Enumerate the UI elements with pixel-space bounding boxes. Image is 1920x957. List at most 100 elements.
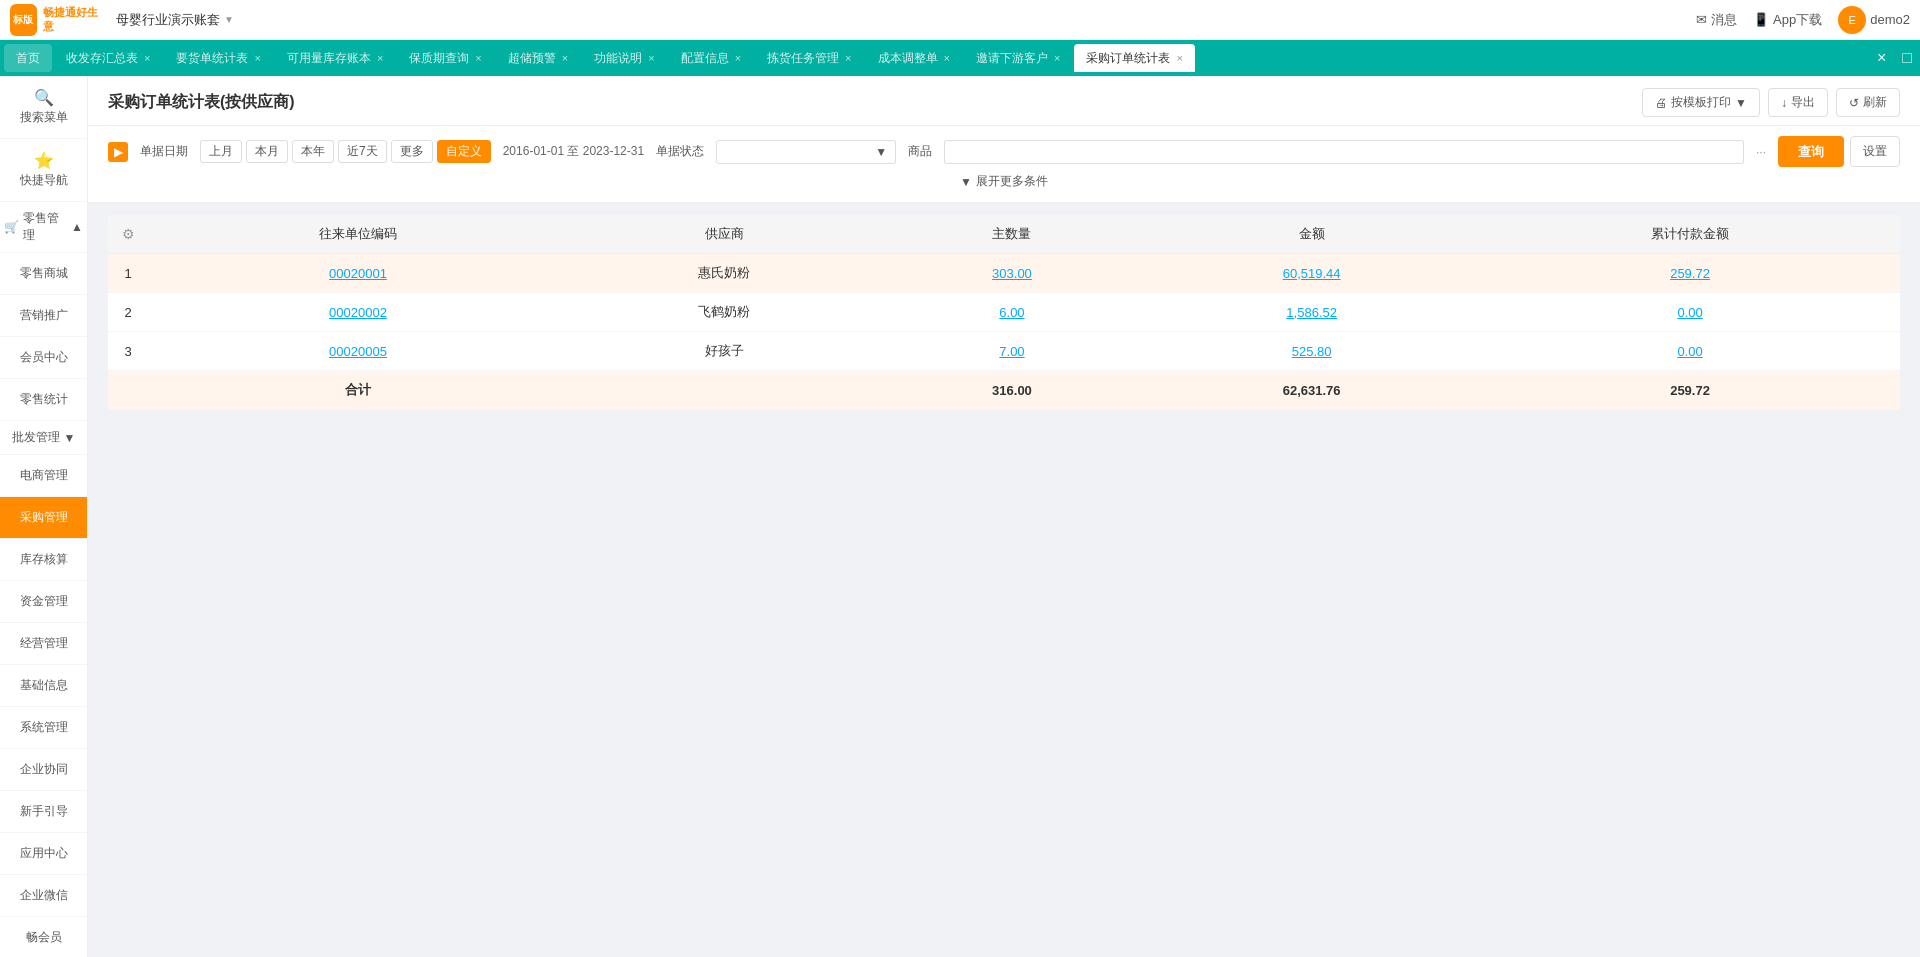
cell-no-1: 2 [108, 293, 148, 332]
tab-available-stock[interactable]: 可用量库存账本 × [275, 44, 395, 72]
product-input[interactable] [944, 140, 1744, 164]
date-btn-this-year[interactable]: 本年 [292, 140, 334, 163]
tab-expiry-query-label: 保质期查询 [409, 50, 469, 67]
cell-code-0[interactable]: 00020001 [148, 254, 568, 293]
cell-quantity-1[interactable]: 6.00 [881, 293, 1143, 332]
tab-function-desc[interactable]: 功能说明 × [582, 44, 666, 72]
cell-amount-0[interactable]: 60,519.44 [1143, 254, 1480, 293]
table-footer-row: 合计 316.00 62,631.76 259.72 [108, 371, 1900, 410]
sidebar-item-basic-info[interactable]: 基础信息 [0, 665, 87, 707]
sidebar-item-marketing[interactable]: 营销推广 [0, 295, 87, 337]
export-button[interactable]: ↓ 导出 [1768, 88, 1828, 117]
print-button[interactable]: 🖨 按模板打印 ▼ [1642, 88, 1760, 117]
filter-toggle-btn[interactable]: ▶ [108, 142, 128, 162]
sidebar-item-finance[interactable]: 资金管理 [0, 581, 87, 623]
cell-quantity-2[interactable]: 7.00 [881, 332, 1143, 371]
sidebar-item-purchase[interactable]: 采购管理 [0, 497, 87, 539]
date-btn-custom[interactable]: 自定义 [437, 140, 491, 163]
tab-picking-task-close[interactable]: × [845, 52, 851, 64]
close-all-btn[interactable]: × [1873, 47, 1890, 69]
date-btn-7days[interactable]: 近7天 [338, 140, 387, 163]
sidebar-item-member2[interactable]: 畅会员 [0, 917, 87, 957]
logo-abbr-text: 标版 [13, 13, 33, 27]
tab-function-desc-close[interactable]: × [648, 52, 654, 64]
sidebar-item-enterprise[interactable]: 企业协同 [0, 749, 87, 791]
tab-available-stock-label: 可用量库存账本 [287, 50, 371, 67]
refresh-button[interactable]: ↺ 刷新 [1836, 88, 1900, 117]
sidebar-item-app-center[interactable]: 应用中心 [0, 833, 87, 875]
cell-code-1[interactable]: 00020002 [148, 293, 568, 332]
message-label: 消息 [1711, 11, 1737, 29]
cell-paid-2[interactable]: 0.00 [1480, 332, 1900, 371]
retail-icon: 🛒 [4, 220, 19, 234]
page-header: 采购订单统计表(按供应商) 🖨 按模板打印 ▼ ↓ 导出 ↺ 刷新 [88, 76, 1920, 126]
col-code-header: 往来单位编码 [148, 215, 568, 254]
tab-cost-adjust-close[interactable]: × [944, 52, 950, 64]
cell-code-2[interactable]: 00020005 [148, 332, 568, 371]
expand-more-btn[interactable]: ▼ 展开更多条件 [108, 167, 1900, 192]
cell-paid-0[interactable]: 259.72 [1480, 254, 1900, 293]
top-bar: 标版 畅捷通好生意 母婴行业演示账套 ▼ ✉ 消息 📱 App下载 E demo… [0, 0, 1920, 40]
workspace-selector[interactable]: 母婴行业演示账套 ▼ [106, 11, 1688, 29]
tab-picking-task[interactable]: 拣货任务管理 × [755, 44, 863, 72]
tab-invite-downstream-close[interactable]: × [1054, 52, 1060, 64]
tab-overstock[interactable]: 超储预警 × [496, 44, 580, 72]
sidebar-item-search[interactable]: 🔍 搜索菜单 [0, 76, 87, 139]
tab-config-info-close[interactable]: × [735, 52, 741, 64]
sidebar-item-inventory[interactable]: 库存核算 [0, 539, 87, 581]
table-row: 2 00020002 飞鹤奶粉 6.00 1,586.52 0.00 [108, 293, 1900, 332]
cell-paid-1[interactable]: 0.00 [1480, 293, 1900, 332]
message-btn[interactable]: ✉ 消息 [1696, 11, 1737, 29]
column-setting-icon[interactable]: ⚙ [122, 226, 135, 242]
sidebar-item-member[interactable]: 会员中心 [0, 337, 87, 379]
sidebar-item-ecommerce[interactable]: 电商管理 [0, 455, 87, 497]
sidebar-item-retail-stats[interactable]: 零售统计 [0, 379, 87, 421]
tab-expiry-query-close[interactable]: × [475, 52, 481, 64]
filter-area: ▶ 单据日期 上月 本月 本年 近7天 更多 自定义 2016-01-01 至 … [88, 126, 1920, 203]
sidebar-item-retail-store[interactable]: 零售商城 [0, 253, 87, 295]
sidebar-item-wholesale[interactable]: 批发管理 ▼ [0, 421, 87, 455]
sidebar-item-enterprise-wechat[interactable]: 企业微信 [0, 875, 87, 917]
sidebar-item-operations[interactable]: 经营管理 [0, 623, 87, 665]
more-filters-icon: ··· [1756, 145, 1766, 159]
status-select[interactable]: ▼ [716, 140, 896, 164]
col-setting-header: ⚙ [108, 215, 148, 254]
tab-invite-downstream[interactable]: 邀请下游客户 × [964, 44, 1072, 72]
tab-config-info[interactable]: 配置信息 × [669, 44, 753, 72]
tab-purchase-summary-close[interactable]: × [1176, 52, 1182, 64]
top-right-area: ✉ 消息 📱 App下载 E demo2 [1696, 6, 1910, 34]
user-area[interactable]: E demo2 [1838, 6, 1910, 34]
tab-order-summary-close[interactable]: × [254, 52, 260, 64]
sidebar-item-quick-nav[interactable]: ⭐ 快捷导航 [0, 139, 87, 202]
page-title: 采购订单统计表(按供应商) [108, 92, 295, 113]
sidebar-item-system[interactable]: 系统管理 [0, 707, 87, 749]
tab-purchase-summary-label: 采购订单统计表 [1086, 50, 1170, 67]
tab-available-stock-close[interactable]: × [377, 52, 383, 64]
tab-receive-send[interactable]: 收发存汇总表 × [54, 44, 162, 72]
tab-cost-adjust[interactable]: 成本调整单 × [866, 44, 962, 72]
sidebar-item-new-guide[interactable]: 新手引导 [0, 791, 87, 833]
query-button[interactable]: 查询 [1778, 136, 1844, 167]
date-btn-more[interactable]: 更多 [391, 140, 433, 163]
sidebar-search-label: 搜索菜单 [4, 109, 83, 126]
retail-arrow-icon: ▲ [71, 220, 83, 234]
setting-button[interactable]: 设置 [1850, 136, 1900, 167]
tab-overstock-close[interactable]: × [562, 52, 568, 64]
cell-quantity-0[interactable]: 303.00 [881, 254, 1143, 293]
search-icon: 🔍 [4, 88, 83, 107]
cell-amount-2[interactable]: 525.80 [1143, 332, 1480, 371]
cell-amount-1[interactable]: 1,586.52 [1143, 293, 1480, 332]
wholesale-arrow-icon: ▼ [64, 431, 76, 445]
maximize-btn[interactable]: □ [1898, 47, 1916, 69]
user-name: demo2 [1870, 12, 1910, 27]
date-btn-last-month[interactable]: 上月 [200, 140, 242, 163]
refresh-icon: ↺ [1849, 96, 1859, 110]
tab-receive-send-close[interactable]: × [144, 52, 150, 64]
sidebar-item-retail[interactable]: 🛒 零售管理 ▲ [0, 202, 87, 253]
tab-order-summary[interactable]: 要货单统计表 × [164, 44, 272, 72]
app-download-btn[interactable]: 📱 App下载 [1753, 11, 1822, 29]
tab-home[interactable]: 首页 [4, 44, 52, 72]
tab-expiry-query[interactable]: 保质期查询 × [397, 44, 493, 72]
date-btn-this-month[interactable]: 本月 [246, 140, 288, 163]
tab-purchase-summary[interactable]: 采购订单统计表 × [1074, 44, 1194, 72]
